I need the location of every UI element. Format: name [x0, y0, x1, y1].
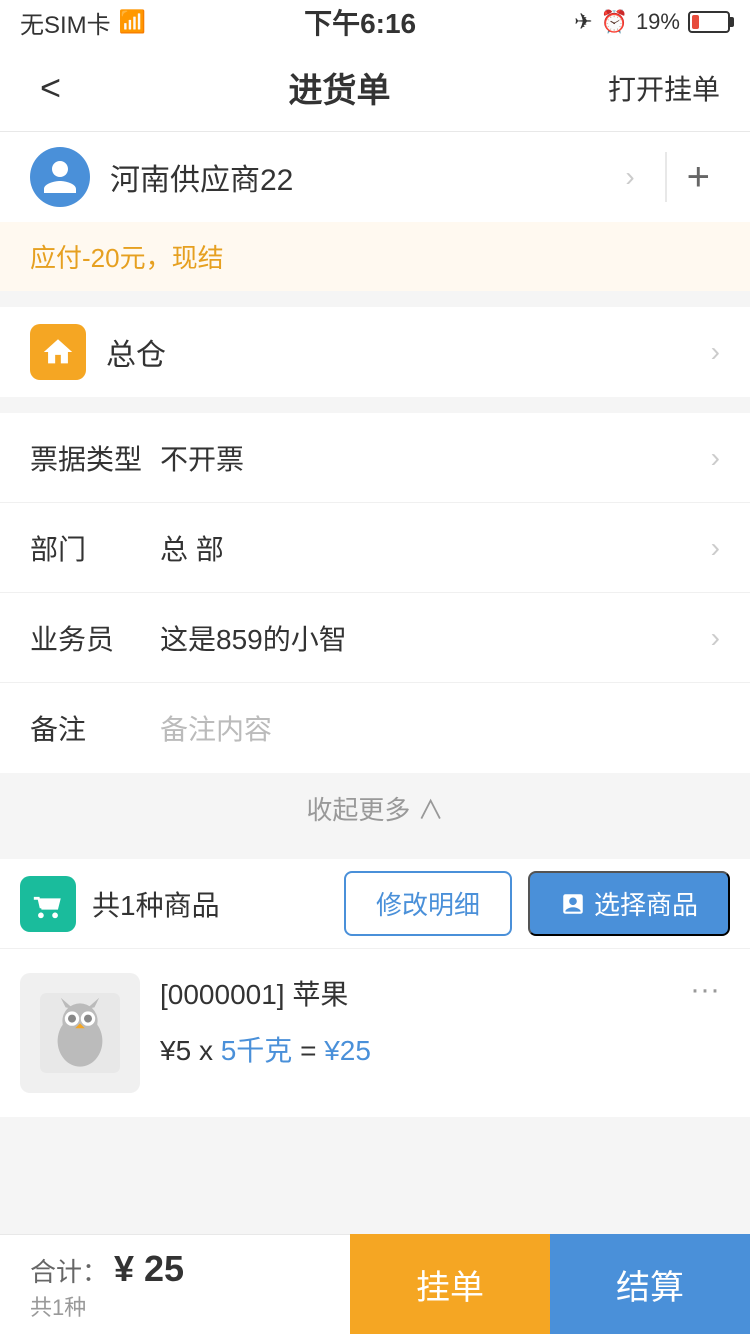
supplier-card: 河南供应商22 › +	[0, 132, 750, 222]
modify-detail-button[interactable]: 修改明细	[344, 871, 512, 936]
select-product-button[interactable]: 选择商品	[528, 871, 730, 936]
department-label: 部门	[30, 528, 160, 568]
product-image	[40, 993, 120, 1073]
person-icon	[40, 157, 80, 197]
pending-button[interactable]: 挂单	[350, 1234, 550, 1334]
open-pending-button[interactable]: 打开挂单	[608, 68, 720, 108]
invoice-type-chevron-icon: ›	[711, 442, 720, 474]
invoice-type-row[interactable]: 票据类型 不开票 ›	[0, 413, 750, 503]
salesperson-label: 业务员	[30, 618, 160, 658]
select-product-label: 选择商品	[594, 885, 698, 922]
nav-bar: < 进货单 打开挂单	[0, 44, 750, 132]
line-total: ¥25	[324, 1035, 371, 1066]
supplier-name: 河南供应商22	[110, 155, 625, 199]
salesperson-chevron-icon: ›	[711, 622, 720, 654]
product-count-label: 共1种商品	[92, 884, 344, 924]
battery-icon	[688, 11, 730, 33]
total-count: 共1种	[30, 1290, 320, 1322]
wifi-icon: 📶	[119, 9, 146, 35]
battery-percentage: 19%	[636, 9, 680, 35]
back-button[interactable]: <	[30, 57, 71, 119]
total-amount: ¥ 25	[114, 1248, 184, 1290]
warehouse-name: 总仓	[106, 330, 711, 374]
total-label: 合计：	[30, 1252, 108, 1289]
product-section: 共1种商品 修改明细 选择商品	[0, 859, 750, 1117]
notice-bar: 应付-20元，现结	[0, 222, 750, 291]
product-thumbnail	[20, 973, 140, 1093]
department-row[interactable]: 部门 总 部 ›	[0, 503, 750, 593]
alarm-icon: ⏰	[601, 9, 628, 35]
remarks-row[interactable]: 备注 备注内容	[0, 683, 750, 773]
supplier-row[interactable]: 河南供应商22 › +	[0, 132, 750, 222]
select-product-icon	[560, 891, 586, 917]
warehouse-icon	[30, 324, 86, 380]
supplier-chevron-icon: ›	[625, 161, 634, 193]
location-icon: ✈	[574, 9, 592, 35]
salesperson-row[interactable]: 业务员 这是859的小智 ›	[0, 593, 750, 683]
total-section: 合计： ¥ 25 共1种	[0, 1234, 350, 1334]
salesperson-value: 这是859的小智	[160, 618, 711, 658]
price-separator: x	[199, 1035, 221, 1066]
product-code: [0000001]	[160, 979, 292, 1010]
home-icon	[41, 335, 75, 369]
status-time: 下午6:16	[304, 2, 416, 42]
product-title: 苹果	[292, 979, 348, 1010]
quantity: 5千克	[221, 1035, 293, 1066]
product-price-row: ¥5 x 5千克 = ¥25	[160, 1029, 680, 1069]
cart-icon	[31, 887, 65, 921]
product-header: 共1种商品 修改明细 选择商品	[0, 859, 750, 949]
product-name: [0000001] 苹果	[160, 973, 680, 1013]
remarks-label: 备注	[30, 708, 160, 748]
page-title: 进货单	[289, 63, 391, 112]
collapse-bar[interactable]: 收起更多 ∧	[0, 773, 750, 843]
carrier-text: 无SIM卡	[20, 5, 111, 40]
department-chevron-icon: ›	[711, 532, 720, 564]
checkout-button[interactable]: 结算	[550, 1234, 750, 1334]
bottom-spacer	[0, 1133, 750, 1233]
product-more-button[interactable]: ···	[680, 973, 730, 1007]
product-info: [0000001] 苹果 ¥5 x 5千克 = ¥25	[160, 973, 680, 1069]
product-icon	[20, 876, 76, 932]
form-card: 票据类型 不开票 › 部门 总 部 › 业务员 这是859的小智 › 备注 备注…	[0, 413, 750, 773]
equals-sign: =	[300, 1035, 324, 1066]
warehouse-chevron-icon: ›	[711, 336, 720, 368]
remarks-input[interactable]: 备注内容	[160, 708, 720, 748]
add-supplier-button[interactable]: +	[677, 145, 720, 210]
status-right: ✈ ⏰ 19%	[574, 9, 730, 35]
status-left: 无SIM卡 📶	[20, 5, 146, 40]
supplier-divider	[665, 152, 667, 202]
supplier-avatar	[30, 147, 90, 207]
department-value: 总 部	[160, 528, 711, 568]
unit-price: ¥5	[160, 1035, 191, 1066]
warehouse-row[interactable]: 总仓 ›	[0, 307, 750, 397]
status-bar: 无SIM卡 📶 下午6:16 ✈ ⏰ 19%	[0, 0, 750, 44]
invoice-type-label: 票据类型	[30, 438, 160, 478]
bottom-bar: 合计： ¥ 25 共1种 挂单 结算	[0, 1234, 750, 1334]
battery-fill	[692, 15, 699, 29]
content-area: 河南供应商22 › + 应付-20元，现结 总仓 › 票据类型 不开票 › 部门…	[0, 132, 750, 1117]
product-item: [0000001] 苹果 ¥5 x 5千克 = ¥25 ···	[0, 949, 750, 1117]
invoice-type-value: 不开票	[160, 438, 711, 478]
